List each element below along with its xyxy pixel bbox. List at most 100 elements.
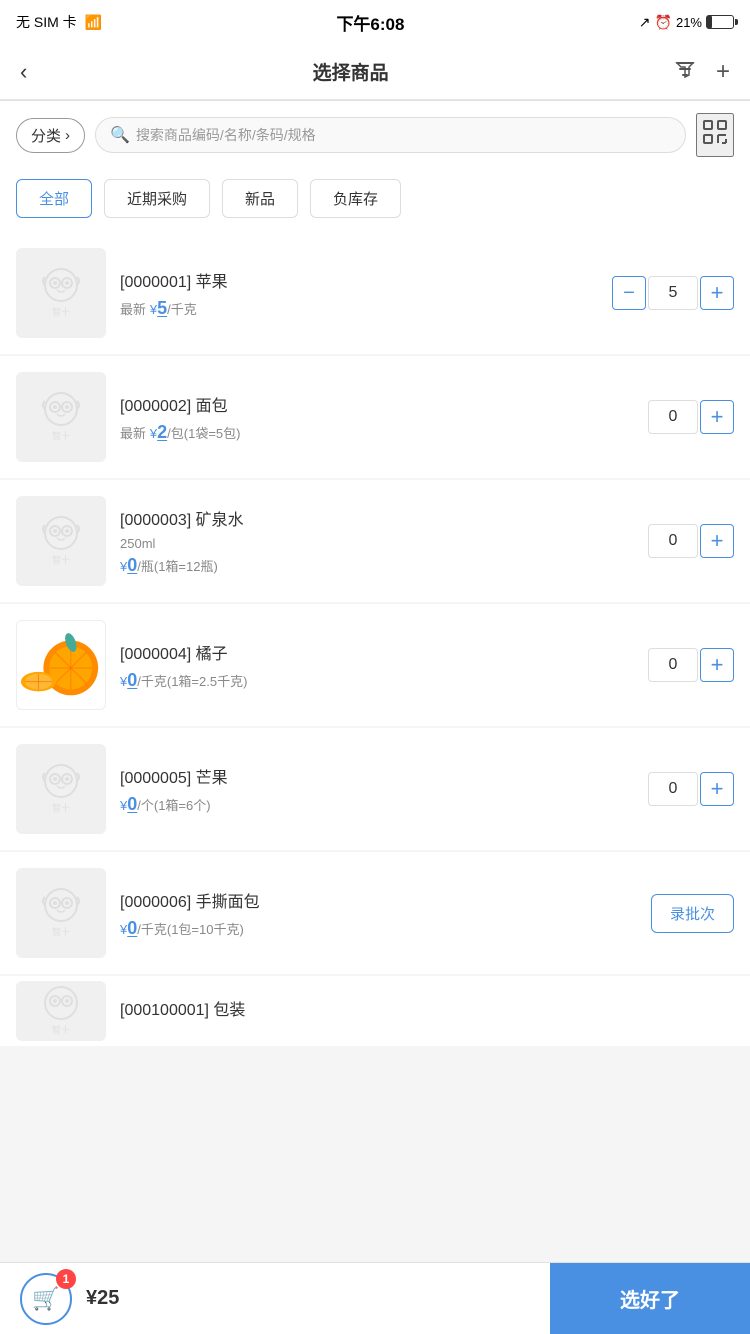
quantity-increase-button[interactable]: + xyxy=(700,276,734,310)
list-item: [0000004] 橘子 ¥0/千克(1箱=2.5千克) + xyxy=(0,604,750,726)
add-icon: + xyxy=(716,58,730,85)
quantity-increase-button[interactable]: + xyxy=(700,648,734,682)
product-thumbnail: 智十 xyxy=(16,248,106,338)
quantity-control: + xyxy=(648,400,734,434)
tab-all[interactable]: 全部 xyxy=(16,179,92,218)
search-input-area[interactable]: 🔍 搜索商品编码/名称/条码/规格 xyxy=(95,117,686,153)
product-spec: 250ml xyxy=(120,536,634,551)
product-name: [0000003] 矿泉水 xyxy=(120,506,634,530)
latest-label: 最新 xyxy=(120,426,146,441)
cart-section: 🛒 1 ¥25 xyxy=(0,1273,550,1325)
product-price: ¥0/瓶(1箱=12瓶) xyxy=(120,555,634,576)
quantity-decrease-button[interactable]: − xyxy=(612,276,646,310)
price-unit: /包(1袋=5包) xyxy=(167,426,240,441)
tab-recent[interactable]: 近期采购 xyxy=(104,179,210,218)
filter-button[interactable] xyxy=(674,58,696,86)
cart-icon: 🛒 xyxy=(32,1286,59,1312)
product-thumbnail: 智十 xyxy=(16,744,106,834)
tab-new[interactable]: 新品 xyxy=(222,179,298,218)
product-price: ¥0/个(1箱=6个) xyxy=(120,794,634,815)
filter-row: 分类 › 🔍 搜索商品编码/名称/条码/规格 xyxy=(0,101,750,169)
wifi-icon: 📶 xyxy=(85,14,102,31)
nav-left: ‹ xyxy=(20,59,27,85)
batch-button[interactable]: 录批次 xyxy=(651,894,734,933)
price-unit: /个(1箱=6个) xyxy=(137,798,210,813)
product-thumbnail xyxy=(16,620,106,710)
svg-text:智十: 智十 xyxy=(52,1024,70,1035)
price-unit: /千克(1箱=2.5千克) xyxy=(137,674,247,689)
quantity-control: + xyxy=(648,524,734,558)
product-thumbnail: 智十 xyxy=(16,981,106,1041)
quantity-increase-button[interactable]: + xyxy=(700,772,734,806)
cart-total: ¥25 xyxy=(86,1287,119,1310)
product-price: ¥0/千克(1包=10千克) xyxy=(120,918,637,939)
product-info: [0000001] 苹果 最新 ¥5/千克 xyxy=(120,268,598,319)
status-right: ↗ ⏰ 21% xyxy=(639,14,734,31)
quantity-control: − + xyxy=(612,276,734,310)
category-button[interactable]: 分类 › xyxy=(16,118,85,153)
status-bar: 无 SIM 卡 📶 下午6:08 ↗ ⏰ 21% xyxy=(0,0,750,44)
status-time: 下午6:08 xyxy=(336,10,404,35)
battery-bar xyxy=(706,15,734,29)
back-button[interactable]: ‹ xyxy=(20,59,27,85)
svg-text:智十: 智十 xyxy=(52,554,70,565)
product-name: [0000004] 橘子 xyxy=(120,640,634,664)
svg-text:智十: 智十 xyxy=(52,926,70,937)
quantity-increase-button[interactable]: + xyxy=(700,400,734,434)
status-left: 无 SIM 卡 📶 xyxy=(16,12,102,32)
product-info: [0000004] 橘子 ¥0/千克(1箱=2.5千克) xyxy=(120,640,634,691)
list-item: 智十 [0000003] 矿泉水 250ml ¥0/瓶(1箱=12瓶) + xyxy=(0,480,750,602)
product-price: 最新 ¥5/千克 xyxy=(120,298,598,319)
product-thumbnail: 智十 xyxy=(16,868,106,958)
orange-image xyxy=(17,620,105,710)
quantity-input[interactable] xyxy=(648,400,698,434)
battery-fill xyxy=(707,16,712,28)
price-value: 0 xyxy=(127,670,137,690)
product-name: [0000002] 面包 xyxy=(120,392,634,416)
tabs-row: 全部 近期采购 新品 负库存 xyxy=(0,169,750,232)
cart-badge: 1 xyxy=(56,1269,76,1289)
svg-text:智十: 智十 xyxy=(52,430,70,441)
price-value: 5 xyxy=(157,298,167,318)
nav-bar: ‹ 选择商品 + xyxy=(0,44,750,100)
price-unit: /千克 xyxy=(167,302,197,317)
product-list: 智十 [0000001] 苹果 最新 ¥5/千克 − + xyxy=(0,232,750,1046)
quantity-input[interactable] xyxy=(648,276,698,310)
quantity-input[interactable] xyxy=(648,524,698,558)
search-icon: 🔍 xyxy=(110,125,130,145)
product-price: ¥0/千克(1箱=2.5千克) xyxy=(120,670,634,691)
product-name: [0000006] 手撕面包 xyxy=(120,888,637,912)
quantity-input[interactable] xyxy=(648,772,698,806)
add-button[interactable]: + xyxy=(716,58,730,86)
price-value: 2 xyxy=(157,422,167,442)
product-name: [0000001] 苹果 xyxy=(120,268,598,292)
cart-button[interactable]: 🛒 1 xyxy=(20,1273,72,1325)
quantity-input[interactable] xyxy=(648,648,698,682)
price-value: 0 xyxy=(127,555,137,575)
product-name: [000100001] 包装 xyxy=(120,996,734,1020)
price-value: 0 xyxy=(127,794,137,814)
list-item: 智十 [0000002] 面包 最新 ¥2/包(1袋=5包) + xyxy=(0,356,750,478)
owl-placeholder-icon: 智十 xyxy=(31,511,91,571)
price-unit: /千克(1包=10千克) xyxy=(137,922,244,937)
filter-icon xyxy=(674,60,696,85)
tab-negative[interactable]: 负库存 xyxy=(310,179,401,218)
list-item: 智十 [0000006] 手撕面包 ¥0/千克(1包=10千克) 录批次 xyxy=(0,852,750,974)
nav-right: + xyxy=(674,58,730,86)
price-value: 0 xyxy=(127,918,137,938)
bottom-spacer xyxy=(0,1048,750,1120)
quantity-control: + xyxy=(648,648,734,682)
confirm-button[interactable]: 选好了 xyxy=(550,1263,750,1334)
product-info: [0000003] 矿泉水 250ml ¥0/瓶(1箱=12瓶) xyxy=(120,506,634,576)
list-item: 智十 [0000005] 芒果 ¥0/个(1箱=6个) + xyxy=(0,728,750,850)
scan-button[interactable] xyxy=(696,113,734,157)
scan-icon xyxy=(702,125,728,150)
product-price: 最新 ¥2/包(1袋=5包) xyxy=(120,422,634,443)
battery-label: 21% xyxy=(676,15,702,30)
product-info: [0000006] 手撕面包 ¥0/千克(1包=10千克) xyxy=(120,888,637,939)
product-name: [0000005] 芒果 xyxy=(120,764,634,788)
product-thumbnail: 智十 xyxy=(16,372,106,462)
quantity-increase-button[interactable]: + xyxy=(700,524,734,558)
list-item: 智十 [000100001] 包装 xyxy=(0,976,750,1046)
product-info: [0000005] 芒果 ¥0/个(1箱=6个) xyxy=(120,764,634,815)
